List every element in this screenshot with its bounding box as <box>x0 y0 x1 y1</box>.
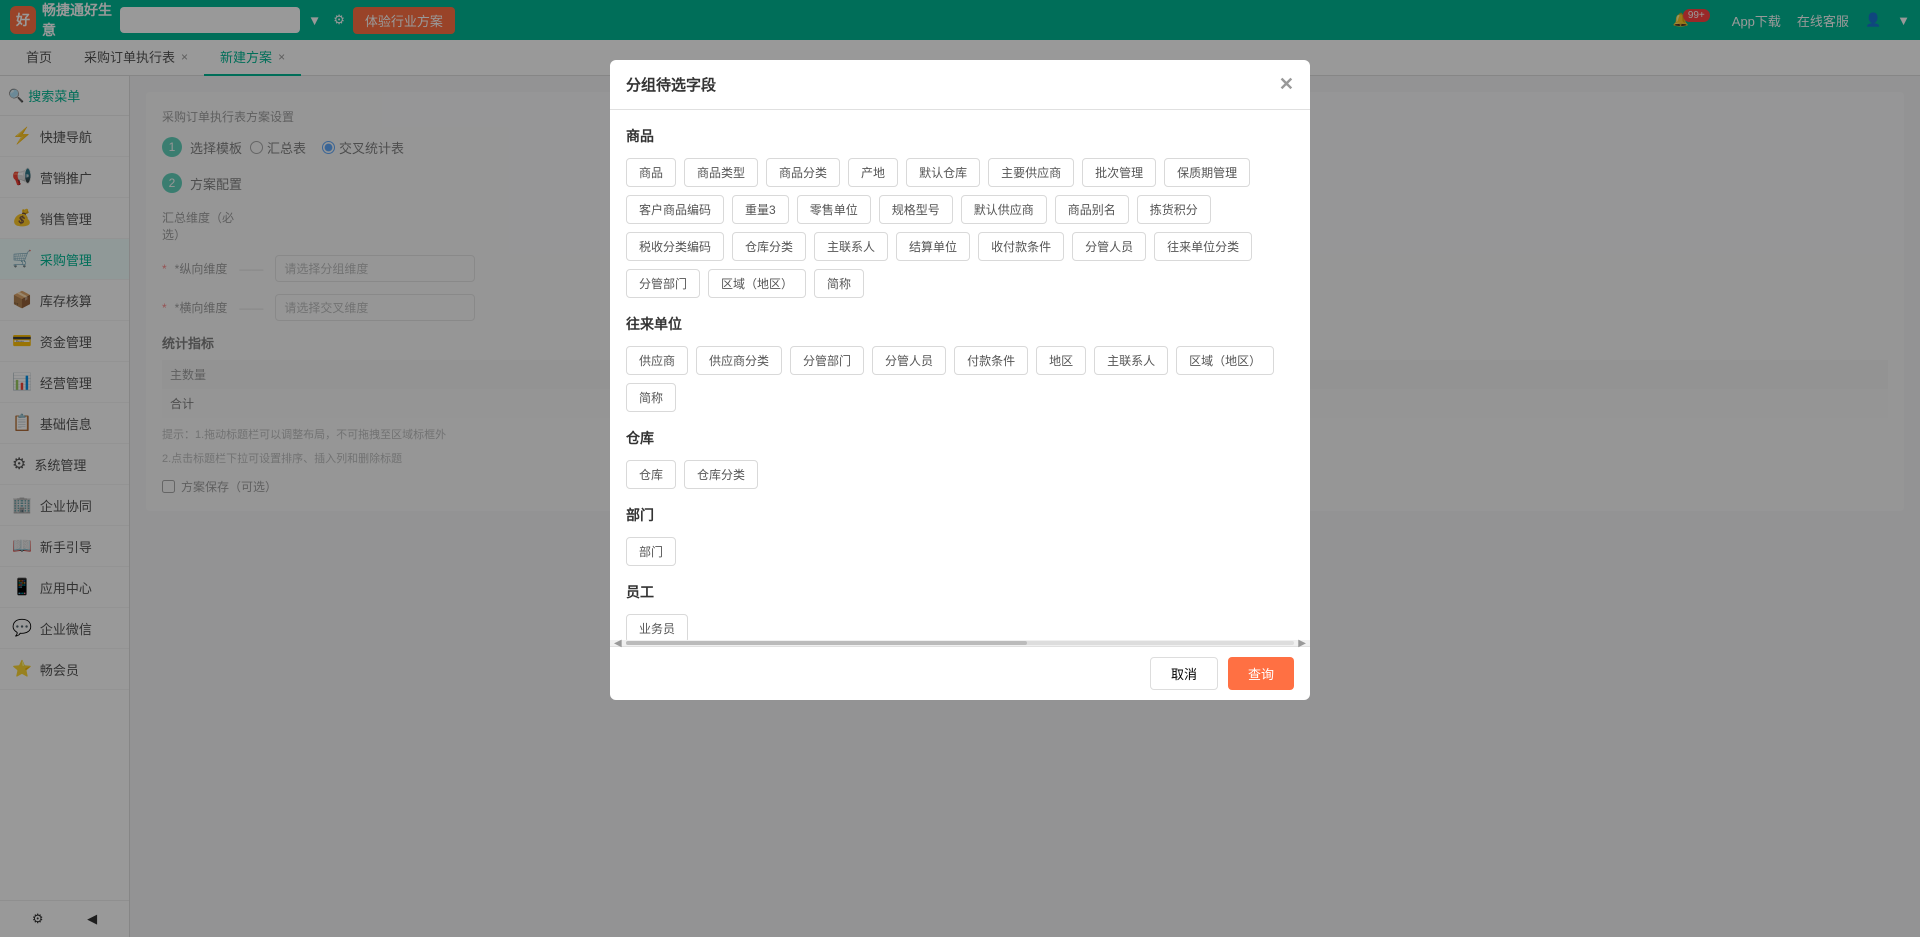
field-tag[interactable]: 结算单位 <box>896 232 970 261</box>
field-tag[interactable]: 产地 <box>848 158 898 187</box>
field-tag[interactable]: 分管人员 <box>1072 232 1146 261</box>
field-tag[interactable]: 收付款条件 <box>978 232 1064 261</box>
field-tag[interactable]: 批次管理 <box>1082 158 1156 187</box>
field-select-modal: 分组待选字段 ✕ 商品 商品 商品类型 商品分类 产地 默认仓库 主要供应商 批… <box>610 60 1310 700</box>
field-tag[interactable]: 付款条件 <box>954 346 1028 375</box>
cancel-button[interactable]: 取消 <box>1150 657 1218 690</box>
section-employee-fields: 业务员 <box>626 614 1294 640</box>
scroll-left-arrow[interactable]: ◀ <box>614 638 622 649</box>
field-tag[interactable]: 默认仓库 <box>906 158 980 187</box>
field-tag[interactable]: 规格型号 <box>879 195 953 224</box>
field-tag[interactable]: 仓库分类 <box>732 232 806 261</box>
section-dept-fields: 部门 <box>626 537 1294 566</box>
section-title-employee: 员工 <box>626 582 1294 602</box>
field-tag[interactable]: 简称 <box>814 269 864 298</box>
field-tag[interactable]: 重量3 <box>732 195 789 224</box>
field-tag[interactable]: 区域（地区） <box>1176 346 1274 375</box>
field-tag[interactable]: 仓库分类 <box>684 460 758 489</box>
modal-close-button[interactable]: ✕ <box>1279 74 1294 95</box>
modal-footer: 取消 查询 <box>610 646 1310 700</box>
field-tag[interactable]: 分管人员 <box>872 346 946 375</box>
field-tag[interactable]: 往来单位分类 <box>1154 232 1252 261</box>
field-tag[interactable]: 区域（地区） <box>708 269 806 298</box>
section-partner-fields: 供应商 供应商分类 分管部门 分管人员 付款条件 地区 主联系人 区域（地区） … <box>626 346 1294 412</box>
field-tag[interactable]: 税收分类编码 <box>626 232 724 261</box>
scroll-right-arrow[interactable]: ▶ <box>1298 638 1306 649</box>
modal-overlay: 分组待选字段 ✕ 商品 商品 商品类型 商品分类 产地 默认仓库 主要供应商 批… <box>0 0 1920 937</box>
field-tag[interactable]: 主联系人 <box>1094 346 1168 375</box>
modal-body: 商品 商品 商品类型 商品分类 产地 默认仓库 主要供应商 批次管理 保质期管理… <box>610 110 1310 640</box>
field-tag[interactable]: 保质期管理 <box>1164 158 1250 187</box>
field-tag[interactable]: 拣货积分 <box>1137 195 1211 224</box>
section-title-warehouse: 仓库 <box>626 428 1294 448</box>
field-tag[interactable]: 商品 <box>626 158 676 187</box>
field-tag[interactable]: 简称 <box>626 383 676 412</box>
modal-header: 分组待选字段 ✕ <box>610 60 1310 110</box>
section-warehouse-fields: 仓库 仓库分类 <box>626 460 1294 489</box>
field-tag[interactable]: 业务员 <box>626 614 688 640</box>
field-tag[interactable]: 分管部门 <box>790 346 864 375</box>
section-title-goods: 商品 <box>626 126 1294 146</box>
field-tag[interactable]: 地区 <box>1036 346 1086 375</box>
field-tag[interactable]: 客户商品编码 <box>626 195 724 224</box>
field-tag[interactable]: 供应商分类 <box>696 346 782 375</box>
field-tag[interactable]: 默认供应商 <box>961 195 1047 224</box>
field-tag[interactable]: 主要供应商 <box>988 158 1074 187</box>
field-tag[interactable]: 商品分类 <box>766 158 840 187</box>
field-tag[interactable]: 仓库 <box>626 460 676 489</box>
confirm-button[interactable]: 查询 <box>1228 657 1294 690</box>
field-tag[interactable]: 供应商 <box>626 346 688 375</box>
field-tag[interactable]: 部门 <box>626 537 676 566</box>
field-tag[interactable]: 主联系人 <box>814 232 888 261</box>
field-tag[interactable]: 零售单位 <box>797 195 871 224</box>
field-tag[interactable]: 商品类型 <box>684 158 758 187</box>
field-tag[interactable]: 分管部门 <box>626 269 700 298</box>
section-title-dept: 部门 <box>626 505 1294 525</box>
modal-title: 分组待选字段 <box>626 74 716 95</box>
section-goods-fields: 商品 商品类型 商品分类 产地 默认仓库 主要供应商 批次管理 保质期管理 客户… <box>626 158 1294 298</box>
section-title-partner: 往来单位 <box>626 314 1294 334</box>
field-tag[interactable]: 商品别名 <box>1055 195 1129 224</box>
